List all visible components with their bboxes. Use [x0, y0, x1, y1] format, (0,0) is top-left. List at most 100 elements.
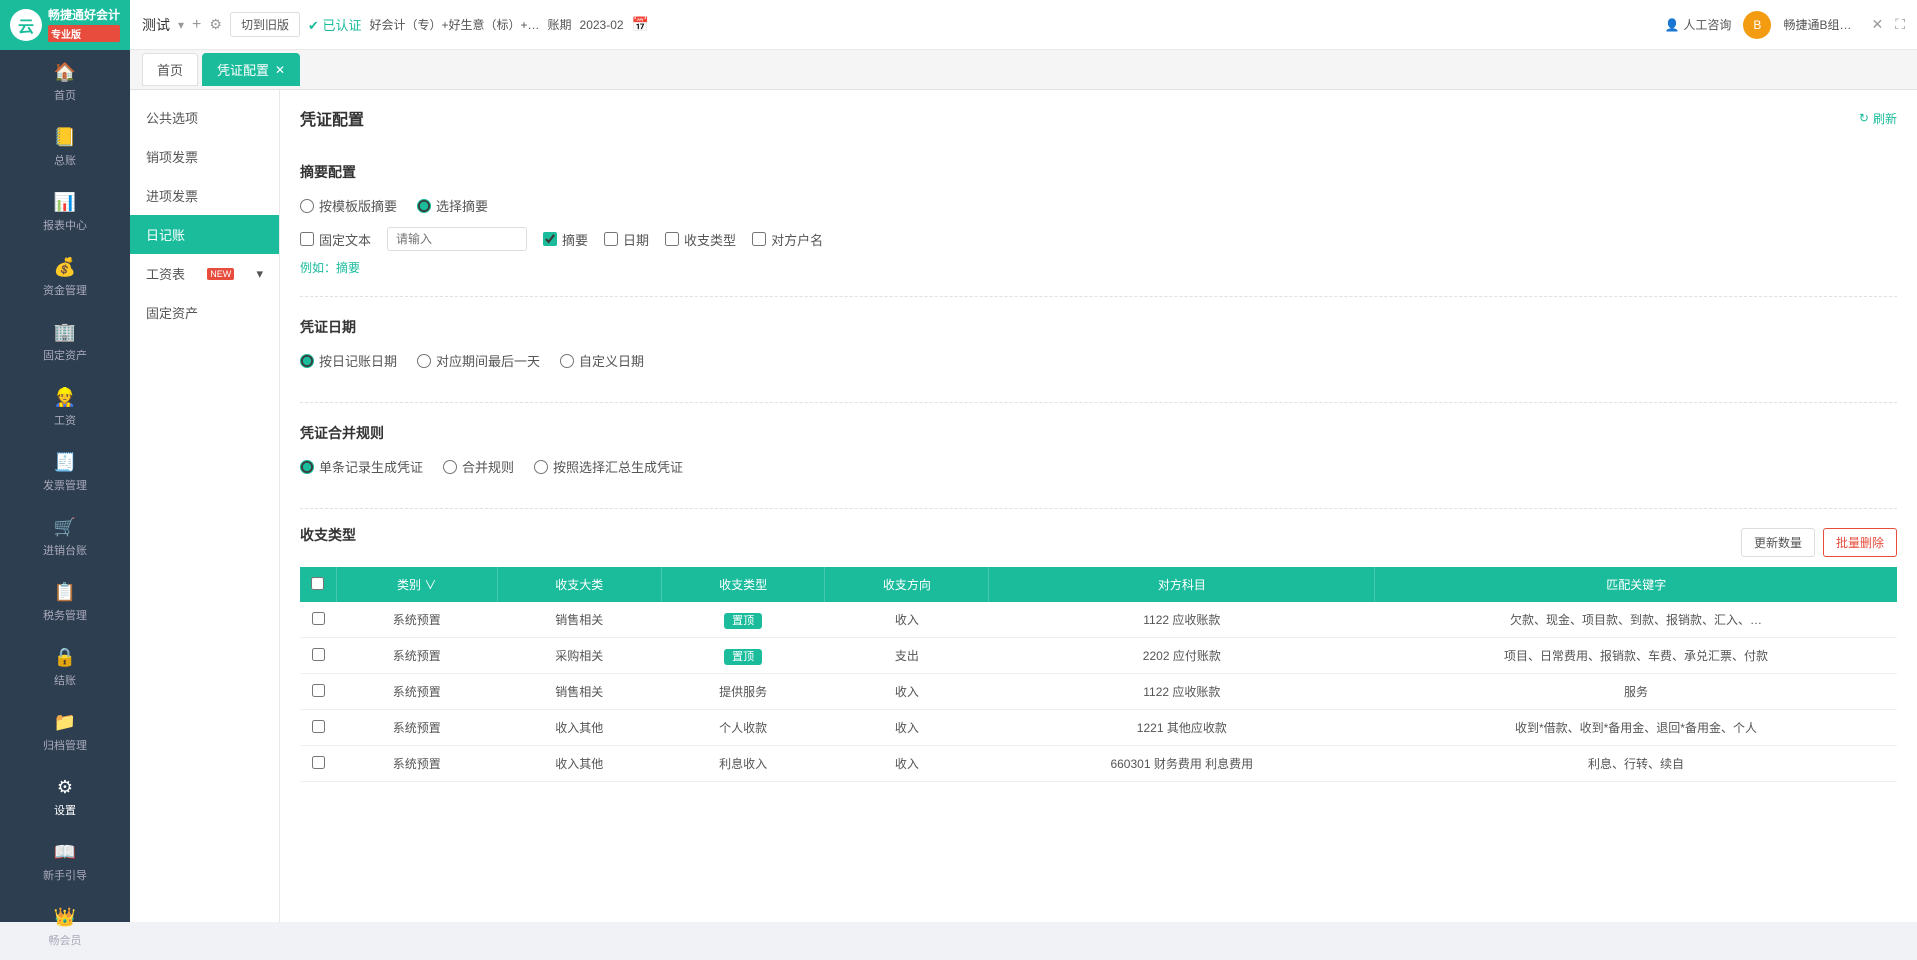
- sidebar-item-总账[interactable]: 📒总账: [0, 115, 130, 180]
- summary-radio-template[interactable]: 按模板版摘要: [300, 196, 397, 215]
- radio-template[interactable]: [300, 199, 314, 213]
- refresh-label: 刷新: [1873, 110, 1897, 127]
- sidebar-label-首页: 首页: [54, 87, 76, 103]
- income-type-checkbox[interactable]: 收支类型: [665, 230, 736, 249]
- row-category-2: 系统预置: [336, 674, 497, 710]
- income-type-check[interactable]: [665, 232, 679, 246]
- user-service-btn[interactable]: 👤 人工咨询: [1664, 16, 1731, 33]
- top-badge-1[interactable]: 置顶: [724, 649, 762, 665]
- tab-0[interactable]: 首页: [142, 53, 198, 86]
- topbar-settings-icon[interactable]: ⚙: [209, 16, 222, 33]
- fixed-text-checkbox-label[interactable]: 固定文本: [300, 230, 371, 249]
- right-content: 凭证配置 ↻ 刷新 摘要配置 按模板版摘要 选择摘要: [280, 90, 1917, 922]
- table-row: 系统预置 采购相关 置顶 支出 2202 应付账款 项目、日常费用、报销款、车费…: [300, 638, 1897, 674]
- sidebar-item-税务管理[interactable]: 📋税务管理: [0, 570, 130, 635]
- batch-delete-button[interactable]: 批量删除: [1823, 528, 1897, 557]
- radio-single[interactable]: [300, 460, 314, 474]
- refresh-button[interactable]: ↻ 刷新: [1859, 110, 1897, 127]
- update-count-button[interactable]: 更新数量: [1741, 528, 1815, 557]
- sidebar-icon-发票管理: 🧾: [54, 452, 76, 473]
- row-checkbox-1[interactable]: [300, 638, 336, 674]
- row-checkbox-4[interactable]: [300, 746, 336, 782]
- sidebar-label-资金管理: 资金管理: [43, 282, 87, 298]
- table-header-tr: 类别 ∨ 收支大类 收支类型 收支方向 对方科目 匹配关键字: [300, 567, 1897, 602]
- income-expense-table: 类别 ∨ 收支大类 收支类型 收支方向 对方科目 匹配关键字 系统预置 销售相关…: [300, 567, 1897, 782]
- sidebar-item-进销台账[interactable]: 🛒进销台账: [0, 505, 130, 570]
- row-check-4[interactable]: [312, 756, 325, 769]
- table-row: 系统预置 销售相关 提供服务 收入 1122 应收账款 服务: [300, 674, 1897, 710]
- summary-checkbox[interactable]: 摘要: [543, 230, 588, 249]
- sidebar-icon-结账: 🔒: [54, 647, 76, 668]
- left-nav-item-3[interactable]: 日记账: [130, 215, 279, 254]
- date-radio-journal[interactable]: 按日记账日期: [300, 351, 397, 370]
- summary-radio-choose[interactable]: 选择摘要: [417, 196, 488, 215]
- radio-choose[interactable]: [417, 199, 431, 213]
- counterparty-check[interactable]: [752, 232, 766, 246]
- fixed-text-input[interactable]: [387, 227, 527, 251]
- tab-1[interactable]: 凭证配置 ✕: [202, 53, 300, 86]
- app-edition: 专业版: [48, 25, 120, 42]
- left-nav-item-4[interactable]: 工资表NEW▾: [130, 254, 279, 293]
- summary-checkbox-row: 固定文本 摘要 日期 收支类型: [300, 227, 1897, 251]
- row-category-4: 系统预置: [336, 746, 497, 782]
- date-radio-custom[interactable]: 自定义日期: [560, 351, 644, 370]
- sidebar-item-新手引导[interactable]: 📖新手引导: [0, 830, 130, 895]
- row-checkbox-3[interactable]: [300, 710, 336, 746]
- date-radio-lastday[interactable]: 对应期间最后一天: [417, 351, 540, 370]
- sidebar-item-设置[interactable]: ⚙设置: [0, 765, 130, 830]
- sidebar-icon-报表中心: 📊: [54, 192, 76, 213]
- row-check-1[interactable]: [312, 648, 325, 661]
- fixed-text-checkbox[interactable]: [300, 232, 314, 246]
- row-checkbox-0[interactable]: [300, 602, 336, 638]
- date-check[interactable]: [604, 232, 618, 246]
- left-nav-item-2[interactable]: 进项发票: [130, 176, 279, 215]
- sidebar-item-发票管理[interactable]: 🧾发票管理: [0, 440, 130, 505]
- close-icon[interactable]: ✕: [1871, 16, 1883, 33]
- switch-version-button[interactable]: 切到旧版: [230, 12, 300, 37]
- radio-journal[interactable]: [300, 354, 314, 368]
- merge-radio-merge[interactable]: 合并规则: [443, 457, 514, 476]
- radio-lastday[interactable]: [417, 354, 431, 368]
- left-nav-item-0[interactable]: 公共选项: [130, 98, 279, 137]
- merge-radio-single[interactable]: 单条记录生成凭证: [300, 457, 423, 476]
- row-check-2[interactable]: [312, 684, 325, 697]
- row-main-type-4: 收入其他: [497, 746, 661, 782]
- sidebar-label-报表中心: 报表中心: [43, 217, 87, 233]
- sidebar-item-报表中心[interactable]: 📊 报表中心: [0, 180, 130, 245]
- row-check-3[interactable]: [312, 720, 325, 733]
- left-nav-item-1[interactable]: 销项发票: [130, 137, 279, 176]
- row-checkbox-2[interactable]: [300, 674, 336, 710]
- row-direction-2: 收入: [825, 674, 989, 710]
- sidebar-item-畅会员[interactable]: 👑畅会员: [0, 895, 130, 960]
- topbar-arrow[interactable]: ▾: [178, 18, 184, 32]
- radio-merge[interactable]: [443, 460, 457, 474]
- refresh-icon: ↻: [1859, 111, 1869, 125]
- counterparty-checkbox[interactable]: 对方户名: [752, 230, 823, 249]
- top-badge-0[interactable]: 置顶: [724, 613, 762, 629]
- sidebar-item-首页[interactable]: 🏠首页: [0, 50, 130, 115]
- row-direction-4: 收入: [825, 746, 989, 782]
- radio-custom-label: 自定义日期: [579, 351, 644, 370]
- voucher-date-section: 凭证日期 按日记账日期 对应期间最后一天 自定义日期: [300, 297, 1897, 403]
- row-check-0[interactable]: [312, 612, 325, 625]
- sidebar-item-归档管理[interactable]: 📁归档管理: [0, 700, 130, 765]
- left-nav-item-5[interactable]: 固定资产: [130, 293, 279, 332]
- calendar-icon[interactable]: 📅: [632, 16, 649, 33]
- sidebar-item-固定资产[interactable]: 🏢固定资产: [0, 310, 130, 375]
- row-main-type-0: 销售相关: [497, 602, 661, 638]
- table-body: 系统预置 销售相关 置顶 收入 1122 应收账款 欠款、现金、项目款、到款、报…: [300, 602, 1897, 782]
- topbar-plus[interactable]: +: [192, 16, 201, 34]
- expand-icon[interactable]: ⛶: [1895, 16, 1905, 33]
- sidebar-item-工资[interactable]: 👷工资: [0, 375, 130, 440]
- select-all-checkbox[interactable]: [311, 577, 324, 590]
- sidebar-item-资金管理[interactable]: 💰资金管理: [0, 245, 130, 310]
- sidebar-label-工资: 工资: [54, 412, 76, 428]
- merge-radio-summary[interactable]: 按照选择汇总生成凭证: [534, 457, 683, 476]
- radio-summary[interactable]: [534, 460, 548, 474]
- sidebar-item-结账[interactable]: 🔒结账: [0, 635, 130, 700]
- summary-check[interactable]: [543, 232, 557, 246]
- date-checkbox[interactable]: 日期: [604, 230, 649, 249]
- tab-close-1[interactable]: ✕: [275, 63, 285, 77]
- radio-custom[interactable]: [560, 354, 574, 368]
- tab-label-1: 凭证配置: [217, 60, 269, 79]
